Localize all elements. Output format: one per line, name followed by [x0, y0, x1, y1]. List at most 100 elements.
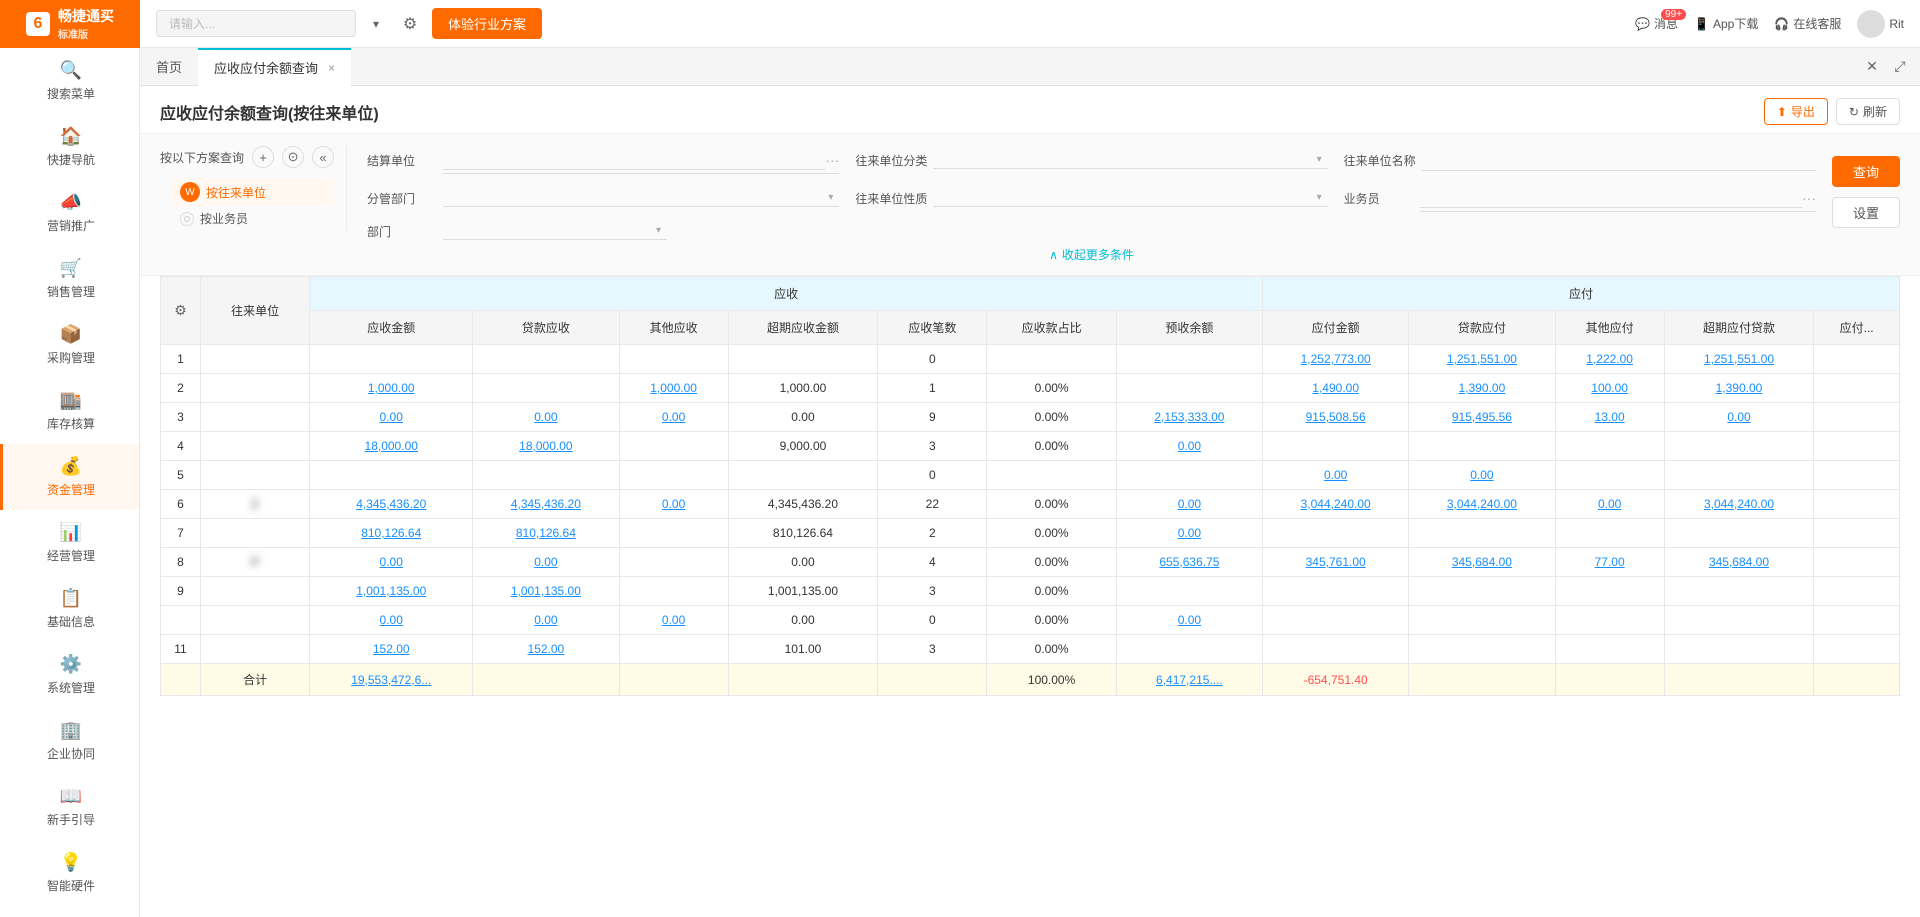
- sidebar-item-guide[interactable]: 📖 新手引导: [0, 774, 139, 840]
- td-ar-amount[interactable]: 0.00: [310, 548, 473, 577]
- td-ap-overdue-loan[interactable]: 3,044,240.00: [1664, 490, 1814, 519]
- messages-btn[interactable]: 💬 消息 99+: [1635, 15, 1678, 32]
- tab-ar-ap-query[interactable]: 应收应付余额查询 ×: [198, 48, 351, 86]
- td-ar-other[interactable]: 1,000.00: [619, 374, 728, 403]
- tab-home[interactable]: 首页: [140, 48, 198, 86]
- td-ar-loan[interactable]: 1,001,135.00: [473, 577, 619, 606]
- sidebar-item-inventory[interactable]: 🏬 库存核算: [0, 378, 139, 444]
- sidebar-item-operations[interactable]: 📊 经营管理: [0, 510, 139, 576]
- export-btn[interactable]: ⬆ 导出: [1764, 98, 1828, 125]
- filter-add-btn[interactable]: +: [252, 146, 274, 168]
- td-ap-overdue-loan[interactable]: 1,390.00: [1664, 374, 1814, 403]
- footer-advance-balance[interactable]: 6,417,215....: [1116, 664, 1262, 696]
- salesperson-ellipsis[interactable]: ···: [1802, 190, 1816, 206]
- td-ap-other[interactable]: 0.00: [1555, 490, 1664, 519]
- td-ap-loan[interactable]: 1,390.00: [1409, 374, 1555, 403]
- th-settings[interactable]: ⚙: [161, 277, 201, 345]
- td-ap-loan[interactable]: 0.00: [1409, 461, 1555, 490]
- td-ar-loan[interactable]: 4,345,436.20: [473, 490, 619, 519]
- td-ar-amount[interactable]: 1,000.00: [310, 374, 473, 403]
- refresh-btn[interactable]: ↻ 刷新: [1836, 98, 1900, 125]
- breadcrumb-dropdown[interactable]: ▾: [364, 12, 388, 36]
- td-ap-loan[interactable]: 345,684.00: [1409, 548, 1555, 577]
- sidebar-item-base-info[interactable]: 📋 基础信息: [0, 576, 139, 642]
- sidebar-item-wechat[interactable]: 💬 企业微信: [0, 906, 139, 917]
- collapse-more-btn[interactable]: ∧ 收起更多条件: [367, 246, 1816, 263]
- td-advance-balance[interactable]: 0.00: [1116, 490, 1262, 519]
- td-ap-overdue-loan[interactable]: 1,251,551.00: [1664, 345, 1814, 374]
- td-ar-other[interactable]: 0.00: [619, 403, 728, 432]
- partner-category-select[interactable]: ▾: [933, 151, 1327, 169]
- td-ap-amount[interactable]: 915,508.56: [1263, 403, 1409, 432]
- tab-maximize-icon[interactable]: ⤢: [1888, 55, 1912, 79]
- td-partner: [201, 519, 310, 548]
- td-ar-loan[interactable]: 0.00: [473, 548, 619, 577]
- sidebar-item-smart-hw[interactable]: 💡 智能硬件: [0, 840, 139, 906]
- query-btn[interactable]: 查询: [1832, 156, 1900, 187]
- sidebar-item-purchase[interactable]: 📦 采购管理: [0, 312, 139, 378]
- td-ar-amount[interactable]: 0.00: [310, 403, 473, 432]
- breadcrumb-search[interactable]: 请输入...: [156, 10, 356, 37]
- td-ar-amount[interactable]: 18,000.00: [310, 432, 473, 461]
- td-ap-other[interactable]: 100.00: [1555, 374, 1664, 403]
- sidebar-item-quick-nav[interactable]: 🏠 快捷导航: [0, 114, 139, 180]
- online-service-btn[interactable]: 🎧 在线客服: [1774, 15, 1841, 32]
- td-ap-overdue-loan[interactable]: 345,684.00: [1664, 548, 1814, 577]
- td-ar-other[interactable]: 0.00: [619, 606, 728, 635]
- salesperson-input[interactable]: [1420, 187, 1802, 208]
- td-ap-other[interactable]: 1,222.00: [1555, 345, 1664, 374]
- filter-nav-by-staff[interactable]: 按业务员: [172, 206, 334, 231]
- partner-nature-select[interactable]: ▾: [933, 189, 1327, 207]
- sidebar-item-enterprise[interactable]: 🏢 企业协同: [0, 708, 139, 774]
- td-ap-other[interactable]: 13.00: [1555, 403, 1664, 432]
- td-ap-amount[interactable]: 1,252,773.00: [1263, 345, 1409, 374]
- td-ar-amount[interactable]: 152.00: [310, 635, 473, 664]
- td-ar-amount[interactable]: 4,345,436.20: [310, 490, 473, 519]
- filter-settings-btn[interactable]: ⊙: [282, 146, 304, 168]
- settlement-unit-ellipsis[interactable]: ···: [825, 152, 839, 168]
- tab-close-window-icon[interactable]: ✕: [1860, 55, 1884, 79]
- sidebar-item-finance[interactable]: 💰 资金管理: [0, 444, 139, 510]
- td-ar-loan[interactable]: 18,000.00: [473, 432, 619, 461]
- td-advance-balance[interactable]: 0.00: [1116, 519, 1262, 548]
- sidebar-item-search-menu[interactable]: 🔍 搜索菜单: [0, 48, 139, 114]
- app-download-btn[interactable]: 📱 App下载: [1694, 15, 1758, 32]
- dept-select[interactable]: ▾: [443, 222, 667, 240]
- td-ar-other[interactable]: 0.00: [619, 490, 728, 519]
- settings-gear-icon[interactable]: ⚙: [396, 10, 424, 38]
- td-advance-balance[interactable]: 0.00: [1116, 432, 1262, 461]
- td-ar-loan[interactable]: 810,126.64: [473, 519, 619, 548]
- settlement-unit-input[interactable]: [443, 149, 825, 170]
- td-ar-amount[interactable]: 1,001,135.00: [310, 577, 473, 606]
- td-ar-loan[interactable]: 152.00: [473, 635, 619, 664]
- td-ar-amount[interactable]: 810,126.64: [310, 519, 473, 548]
- filter-nav-by-partner[interactable]: W 按往来单位: [172, 178, 334, 206]
- sidebar-item-marketing[interactable]: 📣 营销推广: [0, 180, 139, 246]
- td-advance-balance[interactable]: 655,636.75: [1116, 548, 1262, 577]
- user-avatar-area[interactable]: Rit: [1857, 10, 1904, 38]
- td-ar-loan[interactable]: 0.00: [473, 403, 619, 432]
- td-ap-amount[interactable]: 0.00: [1263, 461, 1409, 490]
- td-ap-amount[interactable]: 1,490.00: [1263, 374, 1409, 403]
- td-ap-amount[interactable]: 345,761.00: [1263, 548, 1409, 577]
- td-advance-balance[interactable]: 2,153,333.00: [1116, 403, 1262, 432]
- td-ap-loan[interactable]: 915,495.56: [1409, 403, 1555, 432]
- td-ap-overdue-loan[interactable]: 0.00: [1664, 403, 1814, 432]
- td-ar-amount[interactable]: 0.00: [310, 606, 473, 635]
- industry-btn[interactable]: 体验行业方案: [432, 8, 542, 39]
- filter-collapse-btn[interactable]: «: [312, 146, 334, 168]
- sidebar-item-sales[interactable]: 🛒 销售管理: [0, 246, 139, 312]
- td-ap-amount[interactable]: 3,044,240.00: [1263, 490, 1409, 519]
- table-settings-icon[interactable]: ⚙: [174, 302, 187, 318]
- td-ap-loan[interactable]: 1,251,551.00: [1409, 345, 1555, 374]
- td-advance-balance[interactable]: 0.00: [1116, 606, 1262, 635]
- td-ap-loan[interactable]: 3,044,240.00: [1409, 490, 1555, 519]
- td-ar-loan[interactable]: 0.00: [473, 606, 619, 635]
- td-ap-other[interactable]: 77.00: [1555, 548, 1664, 577]
- footer-ar-amount[interactable]: 19,553,472,6...: [310, 664, 473, 696]
- partner-name-input[interactable]: [1422, 150, 1816, 171]
- sidebar-item-system[interactable]: ⚙️ 系统管理: [0, 642, 139, 708]
- tab-close-icon[interactable]: ×: [328, 61, 335, 75]
- dept-manager-select[interactable]: ▾: [443, 189, 839, 207]
- setting-btn[interactable]: 设置: [1832, 197, 1900, 228]
